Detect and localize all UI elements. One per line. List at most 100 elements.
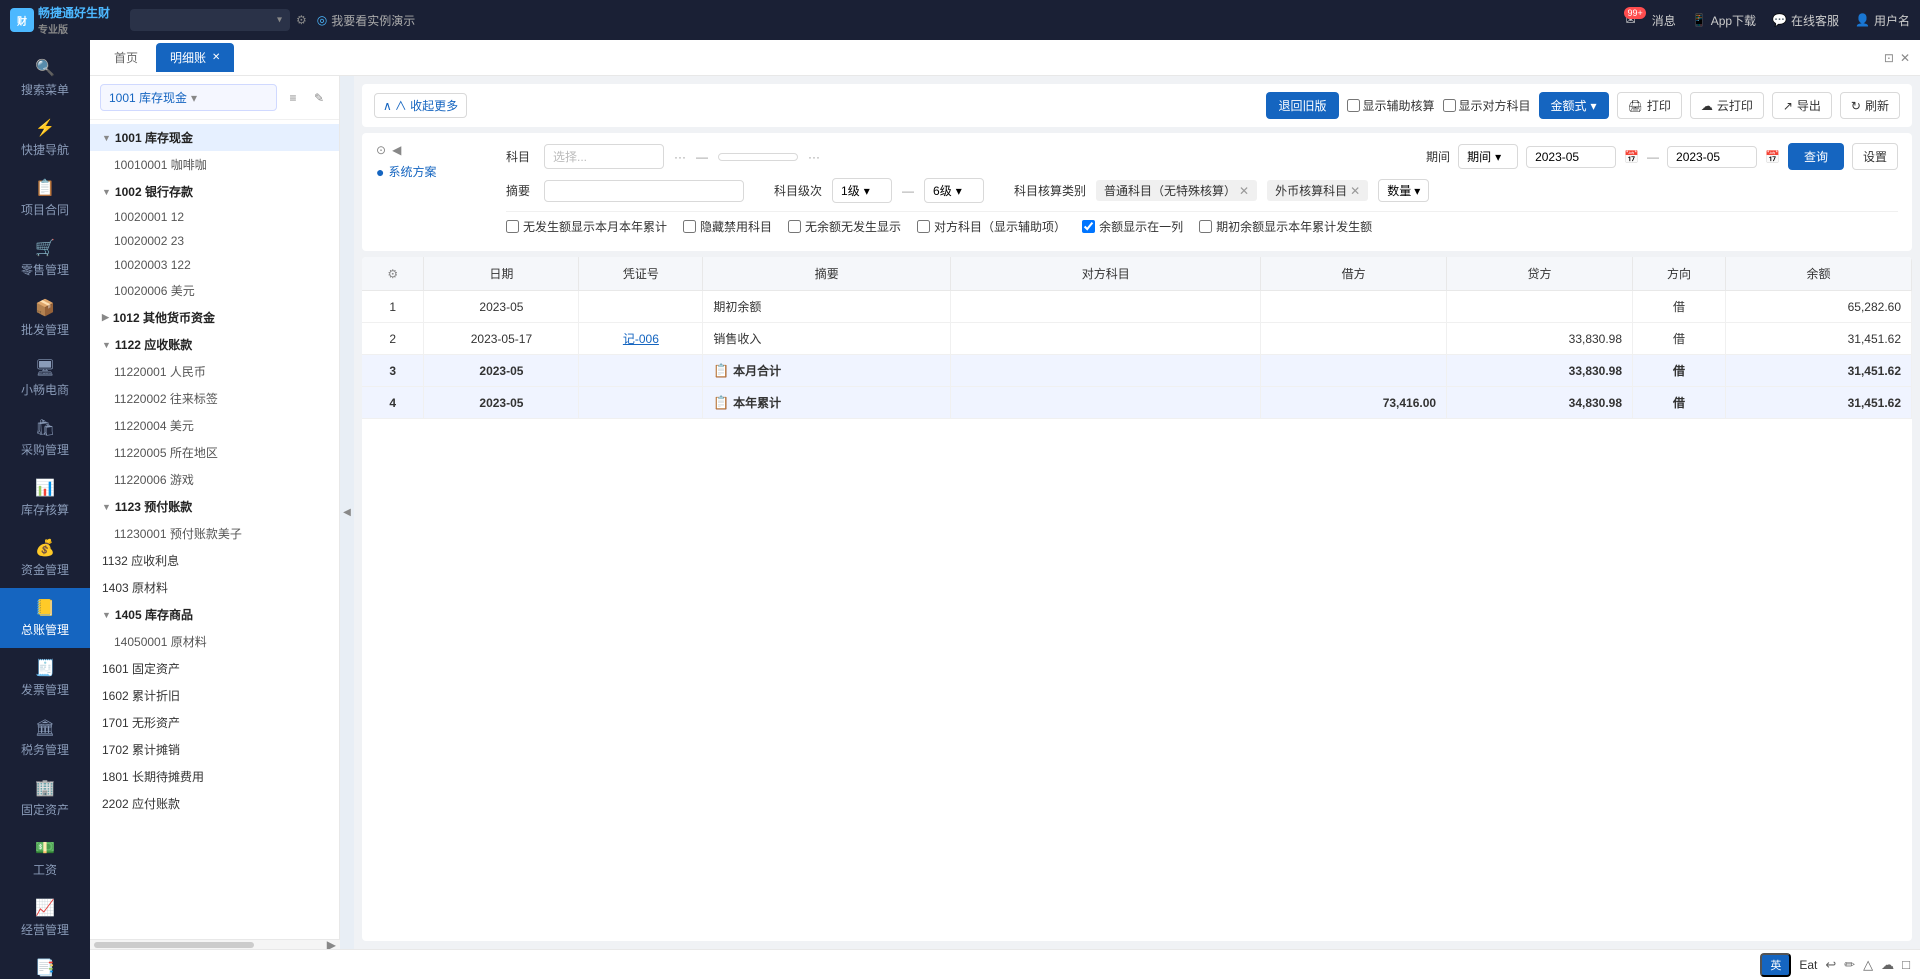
user-btn[interactable]: 👤 用户名	[1855, 12, 1910, 29]
sidebar-item-wholesale[interactable]: 📦 批发管理	[0, 288, 90, 348]
voucher-link[interactable]: 记-006	[623, 332, 659, 346]
subject-select-end[interactable]	[718, 153, 798, 161]
show-aux-checkbox[interactable]: 显示辅助核算	[1347, 97, 1435, 114]
subject-11220005[interactable]: 11220005 所在地区	[90, 439, 339, 466]
lang-btn[interactable]: 英	[1760, 953, 1791, 977]
subject-11220001[interactable]: 11220001 人民币	[90, 358, 339, 385]
tab-close-window-icon[interactable]: ✕	[1900, 51, 1910, 65]
notification-btn[interactable]: ✉ 99+	[1626, 13, 1636, 27]
subject-10020002[interactable]: 10020002 23	[90, 229, 339, 253]
level-to-select[interactable]: 6级 ▾	[924, 178, 984, 203]
cb-balance-in-one-input[interactable]	[1082, 220, 1095, 233]
account-select[interactable]: 1001 库存现金 ▾	[100, 84, 277, 111]
subject-1602[interactable]: 1602 累计折旧	[90, 682, 339, 709]
bottom-icon-1[interactable]: ↩	[1825, 957, 1836, 973]
table-cell[interactable]: 记-006	[579, 323, 703, 355]
subject-1403[interactable]: 1403 原材料	[90, 574, 339, 601]
cb-hide-disabled[interactable]: 隐藏禁用科目	[683, 218, 772, 235]
filter-collapse-icon[interactable]: ◀	[392, 143, 401, 157]
subject-1123[interactable]: ▼ 1123 预付账款	[90, 493, 339, 520]
bottom-icon-2[interactable]: ✏	[1844, 957, 1855, 973]
subject-10020006[interactable]: 10020006 美元	[90, 277, 339, 304]
sidebar-item-expense[interactable]: 📑 小畅报销	[0, 948, 90, 979]
sidebar-item-tax[interactable]: 🏛 税务管理	[0, 708, 90, 768]
level-from-select[interactable]: 1级 ▾	[832, 178, 892, 203]
bottom-icon-3[interactable]: △	[1863, 957, 1873, 973]
return-old-btn[interactable]: 退回旧版	[1266, 92, 1338, 119]
list-view-icon[interactable]: ≡	[283, 88, 303, 108]
sidebar-item-search[interactable]: 🔍 搜索菜单	[0, 48, 90, 108]
bottom-icon-4[interactable]: ☁	[1881, 957, 1894, 973]
scroll-right-btn[interactable]: ▶	[323, 938, 340, 950]
online-service-btn[interactable]: 💬 在线客服	[1772, 12, 1839, 29]
subject-11230001[interactable]: 11230001 预付账款美子	[90, 520, 339, 547]
sidebar-item-inventory[interactable]: 📊 库存核算	[0, 468, 90, 528]
period-type-select[interactable]: 期间 ▾	[1458, 144, 1518, 169]
cb-opposite-show-input[interactable]	[917, 220, 930, 233]
subject-select[interactable]: 选择...	[544, 144, 664, 169]
cb-no-balance-show-input[interactable]	[788, 220, 801, 233]
cb-ytd[interactable]: 期初余额显示本年累计发生额	[1199, 218, 1372, 235]
subject-10020003[interactable]: 10020003 122	[90, 253, 339, 277]
sidebar-item-purchase[interactable]: 🛍 采购管理	[0, 408, 90, 468]
sidebar-item-invoice[interactable]: 🧾 发票管理	[0, 648, 90, 708]
subject-10020001[interactable]: 10020001 12	[90, 205, 339, 229]
subject-1801[interactable]: 1801 长期待摊费用	[90, 763, 339, 790]
sidebar-item-ledger[interactable]: 📒 总账管理	[0, 588, 90, 648]
subject-11220004[interactable]: 11220004 美元	[90, 412, 339, 439]
show-aux-input[interactable]	[1347, 99, 1360, 112]
subject-1002[interactable]: ▼ 1002 银行存款	[90, 178, 339, 205]
expand-more-btn[interactable]: ∧ ∧ 收起更多	[374, 93, 467, 118]
amount-style-btn[interactable]: 金额式 ▾	[1539, 92, 1609, 119]
subject-1701[interactable]: 1701 无形资产	[90, 709, 339, 736]
app-download-btn[interactable]: 📱 App下载	[1692, 12, 1756, 29]
subject-11220002[interactable]: 11220002 往来标签	[90, 385, 339, 412]
subject-1702[interactable]: 1702 累计摊销	[90, 736, 339, 763]
sidebar-item-assets[interactable]: 🏢 固定资产	[0, 768, 90, 828]
subject-1001[interactable]: ▼ 1001 库存现金	[90, 124, 339, 151]
sidebar-item-management[interactable]: 📈 经营管理	[0, 888, 90, 948]
tab-home[interactable]: 首页	[100, 43, 152, 72]
filter-scheme-icon[interactable]: ⊙	[376, 143, 386, 157]
cb-no-balance-show[interactable]: 无余额无发生显示	[788, 218, 901, 235]
sidebar-item-ecommerce[interactable]: 🖥 小畅电商	[0, 348, 90, 408]
th-settings[interactable]: ⚙	[362, 257, 424, 291]
query-btn[interactable]: 查询	[1788, 143, 1844, 170]
cb-no-balance-input[interactable]	[506, 220, 519, 233]
cb-opposite-show[interactable]: 对方科目（显示辅助项）	[917, 218, 1066, 235]
panel-collapse-btn[interactable]: ◀	[340, 76, 354, 949]
refresh-btn[interactable]: ↻ 刷新	[1840, 92, 1900, 119]
cb-no-balance[interactable]: 无发生额显示本月本年累计	[506, 218, 667, 235]
sidebar-item-project[interactable]: 📋 项目合同	[0, 168, 90, 228]
cb-ytd-input[interactable]	[1199, 220, 1212, 233]
show-opposite-checkbox[interactable]: 显示对方科目	[1443, 97, 1531, 114]
tag-foreign-close[interactable]: ✕	[1350, 184, 1360, 198]
demo-link[interactable]: ◎ 我要看实例演示	[317, 12, 416, 29]
sidebar-item-nav[interactable]: ⚡ 快捷导航	[0, 108, 90, 168]
subject-1122[interactable]: ▼ 1122 应收账款	[90, 331, 339, 358]
subject-1601[interactable]: 1601 固定资产	[90, 655, 339, 682]
sidebar-item-salary[interactable]: 💵 工资	[0, 828, 90, 888]
cb-balance-in-one[interactable]: 余额显示在一列	[1082, 218, 1183, 235]
quantity-tag[interactable]: 数量 ▾	[1378, 179, 1429, 202]
tab-maximize-icon[interactable]: ⊡	[1884, 51, 1894, 65]
tab-detail[interactable]: 明细账 ✕	[156, 43, 234, 72]
top-settings-icon[interactable]: ⚙	[296, 13, 307, 27]
tree-view-icon[interactable]: ✎	[309, 88, 329, 108]
left-panel-scrollbar[interactable]: ▶	[90, 939, 340, 949]
scheme-label[interactable]: 系统方案	[388, 163, 436, 180]
subject-2202[interactable]: 2202 应付账款	[90, 790, 339, 817]
top-search-input[interactable]	[130, 9, 290, 31]
summary-input[interactable]	[544, 180, 744, 202]
sidebar-item-retail[interactable]: 🛒 零售管理	[0, 228, 90, 288]
subject-11220006[interactable]: 11220006 游戏	[90, 466, 339, 493]
tag-ordinary-close[interactable]: ✕	[1239, 184, 1249, 198]
subject-14050001[interactable]: 14050001 原材料	[90, 628, 339, 655]
subject-1012[interactable]: ▶ 1012 其他货币资金	[90, 304, 339, 331]
show-opposite-input[interactable]	[1443, 99, 1456, 112]
export-btn[interactable]: ↗ 导出	[1772, 92, 1832, 119]
period-start-input[interactable]	[1526, 146, 1616, 168]
subject-1132[interactable]: 1132 应收利息	[90, 547, 339, 574]
subject-10010001[interactable]: 10010001 咖啡咖	[90, 151, 339, 178]
subject-1405[interactable]: ▼ 1405 库存商品	[90, 601, 339, 628]
